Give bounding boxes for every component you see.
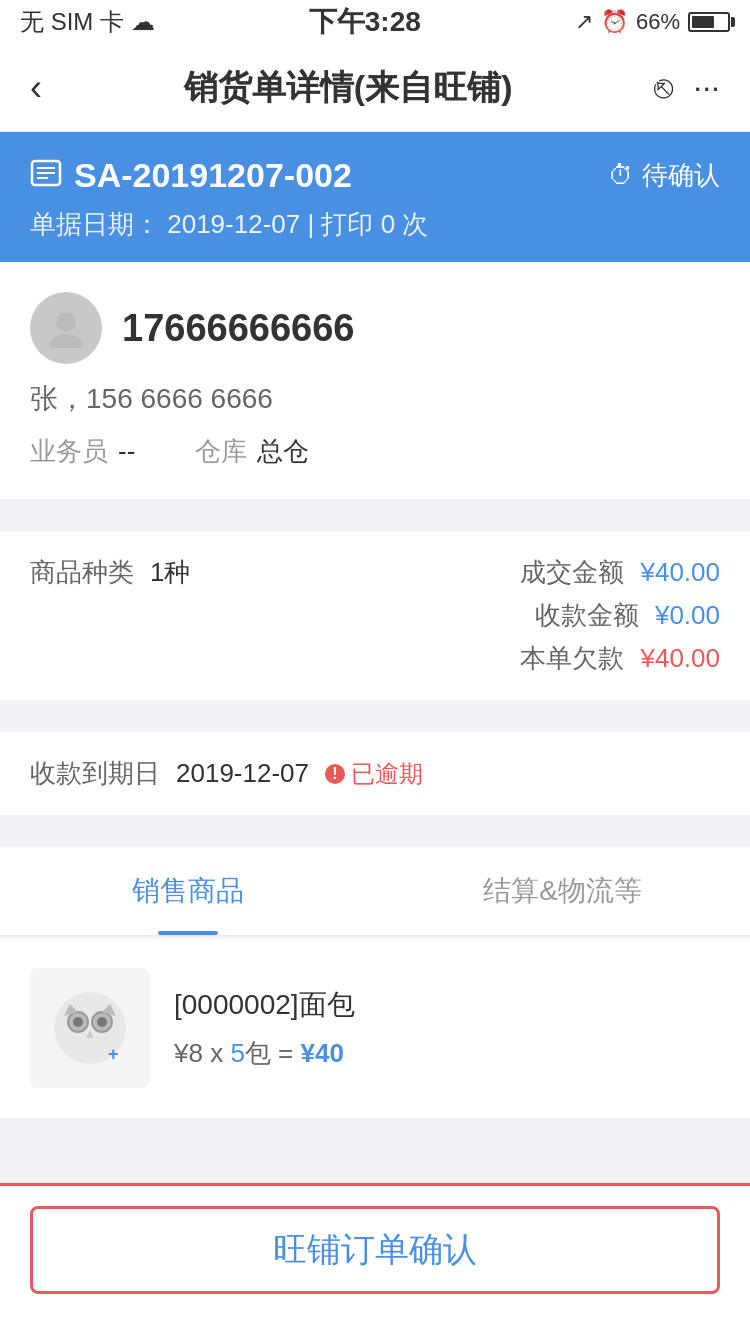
overdue-icon: ! (325, 764, 345, 784)
status-bar: 无 SIM 卡 ☁ 下午3:28 ↗ ⏰ 66% (0, 0, 750, 44)
tab-indicator (158, 931, 218, 935)
amount-value: ¥40.00 (640, 557, 720, 588)
status-left: 无 SIM 卡 ☁ (20, 6, 155, 38)
product-price: ¥8 x 5包 = ¥40 (174, 1036, 720, 1071)
nav-actions: ⎋ ··· (654, 69, 720, 106)
product-type-value: 1种 (150, 555, 190, 590)
svg-text:+: + (108, 1044, 119, 1064)
product-info: [0000002]面包 ¥8 x 5包 = ¥40 (174, 986, 720, 1071)
status-right: ↗ ⏰ 66% (575, 9, 730, 35)
quantity: 5 (230, 1038, 244, 1068)
battery-text: 66% (636, 9, 680, 35)
share-button[interactable]: ⎋ (654, 69, 673, 106)
product-item: + [0000002]面包 ¥8 x 5包 = ¥40 (0, 938, 750, 1119)
confirm-btn-container: 旺铺订单确认 (0, 1183, 750, 1334)
overdue-badge: ! 已逾期 (325, 758, 423, 790)
nav-bar: ‹ 销货单详情(来自旺铺) ⎋ ··· (0, 44, 750, 132)
battery-icon (688, 12, 730, 32)
owe-label: 本单欠款 (520, 641, 624, 676)
confirm-button[interactable]: 旺铺订单确认 (30, 1206, 720, 1294)
order-status: ⏱ 待确认 (608, 158, 720, 193)
due-label: 收款到期日 (30, 756, 160, 791)
tab-settlement[interactable]: 结算&物流等 (375, 847, 750, 935)
divider-3 (0, 831, 750, 847)
order-date: 单据日期： 2019-12-07 | 打印 0 次 (30, 207, 720, 242)
customer-card: 17666666666 张，156 6666 6666 业务员 -- 仓库 总仓 (0, 262, 750, 499)
order-icon (30, 156, 62, 195)
overdue-text: 已逾期 (351, 758, 423, 790)
page-title: 销货单详情(来自旺铺) (184, 65, 513, 111)
product-name: [0000002]面包 (174, 986, 720, 1024)
product-thumbnail: + (30, 968, 150, 1088)
tab-products[interactable]: 销售商品 (0, 847, 375, 935)
more-button[interactable]: ··· (693, 69, 720, 106)
location-icon: ↗ (575, 9, 593, 35)
owe-value: ¥40.00 (640, 643, 720, 674)
alarm-icon: ⏰ (601, 9, 628, 35)
product-type-label: 商品种类 (30, 555, 134, 590)
tab-settlement-label: 结算&物流等 (483, 872, 642, 910)
customer-name: 张，156 6666 6666 (30, 380, 720, 418)
status-time: 下午3:28 (309, 3, 421, 41)
svg-point-9 (73, 1017, 83, 1027)
tabs: 销售商品 结算&物流等 (0, 847, 750, 936)
due-date-card: 收款到期日 2019-12-07 ! 已逾期 (0, 732, 750, 815)
due-date: 2019-12-07 (176, 758, 309, 789)
salesperson-label: 业务员 (30, 434, 108, 469)
order-header: SA-20191207-002 ⏱ 待确认 单据日期： 2019-12-07 |… (0, 132, 750, 262)
divider-2 (0, 716, 750, 732)
received-value: ¥0.00 (655, 600, 720, 631)
sim-text: 无 SIM 卡 ☁ (20, 6, 155, 38)
received-label: 收款金额 (535, 598, 639, 633)
customer-phone: 17666666666 (122, 307, 354, 350)
product-list: + [0000002]面包 ¥8 x 5包 = ¥40 (0, 938, 750, 1119)
svg-point-4 (56, 312, 76, 332)
warehouse-value: 总仓 (257, 434, 309, 469)
salesperson-value: -- (118, 436, 135, 467)
warehouse-label: 仓库 (195, 434, 247, 469)
svg-point-10 (97, 1017, 107, 1027)
amount-label: 成交金额 (520, 555, 624, 590)
avatar (30, 292, 102, 364)
svg-point-5 (50, 334, 82, 348)
price-value: ¥8 (174, 1038, 203, 1068)
tab-products-label: 销售商品 (132, 872, 244, 910)
clock-icon: ⏱ (608, 160, 634, 191)
back-button[interactable]: ‹ (30, 67, 42, 109)
divider-1 (0, 515, 750, 531)
summary-card: 商品种类 1种 成交金额 ¥40.00 收款金额 ¥0.00 本单欠款 ¥40.… (0, 531, 750, 700)
customer-meta: 业务员 -- 仓库 总仓 (30, 434, 720, 469)
total-price: ¥40 (300, 1038, 343, 1068)
order-id: SA-20191207-002 (30, 156, 352, 195)
summary-amounts: 成交金额 ¥40.00 收款金额 ¥0.00 本单欠款 ¥40.00 (520, 555, 720, 676)
